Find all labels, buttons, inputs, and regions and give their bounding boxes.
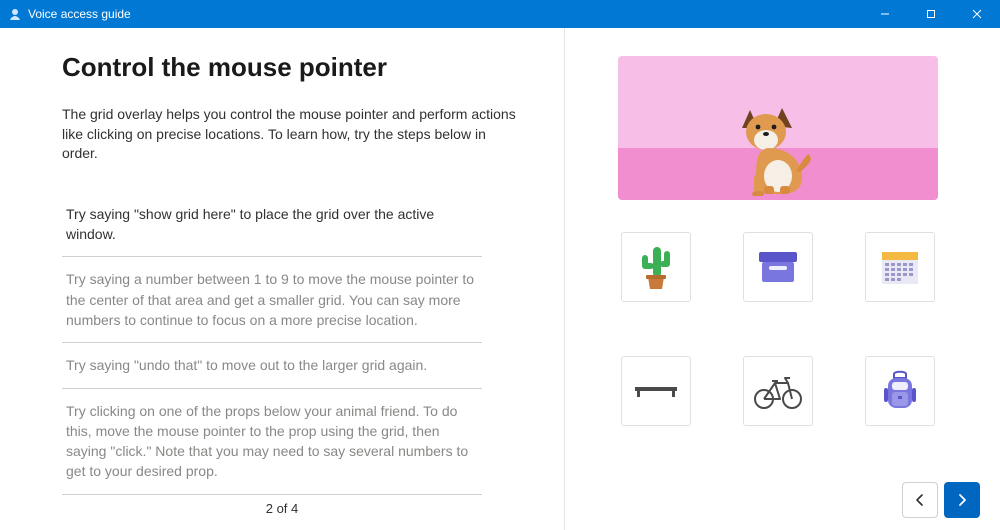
step-1: Try saying "show grid here" to place the… [62,192,482,258]
prop-box[interactable] [743,232,813,302]
backpack-icon [882,370,918,412]
right-pane [565,28,1000,530]
chevron-left-icon [913,493,927,507]
dog-illustration [736,102,814,196]
maximize-button[interactable] [908,0,954,28]
bicycle-icon [752,373,804,409]
chevron-right-icon [955,493,969,507]
prev-button[interactable] [902,482,938,518]
prop-backpack[interactable] [865,356,935,426]
page-title: Control the mouse pointer [62,52,524,83]
next-button[interactable] [944,482,980,518]
close-button[interactable] [954,0,1000,28]
page-indicator: 2 of 4 [0,501,564,516]
titlebar-left: Voice access guide [0,7,131,21]
minimize-button[interactable] [862,0,908,28]
prop-cactus[interactable] [621,232,691,302]
left-pane: Control the mouse pointer The grid overl… [0,28,565,530]
step-4: Try clicking on one of the props below y… [62,389,482,495]
step-3: Try saying "undo that" to move out to th… [62,343,482,388]
intro-text: The grid overlay helps you control the m… [62,105,524,164]
prop-shelf[interactable] [621,356,691,426]
cactus-icon [636,243,676,291]
calendar-icon [880,248,920,286]
illustration [618,56,938,200]
prop-grid [595,232,960,426]
step-2: Try saying a number between 1 to 9 to mo… [62,257,482,343]
titlebar: Voice access guide [0,0,1000,28]
prop-bicycle[interactable] [743,356,813,426]
window-controls [862,0,1000,28]
shelf-icon [633,383,679,399]
box-icon [757,250,799,284]
nav-buttons [902,482,980,518]
content-area: Control the mouse pointer The grid overl… [0,28,1000,530]
steps-list: Try saying "show grid here" to place the… [62,192,524,495]
prop-calendar[interactable] [865,232,935,302]
window-title: Voice access guide [28,7,131,21]
app-icon [8,7,22,21]
